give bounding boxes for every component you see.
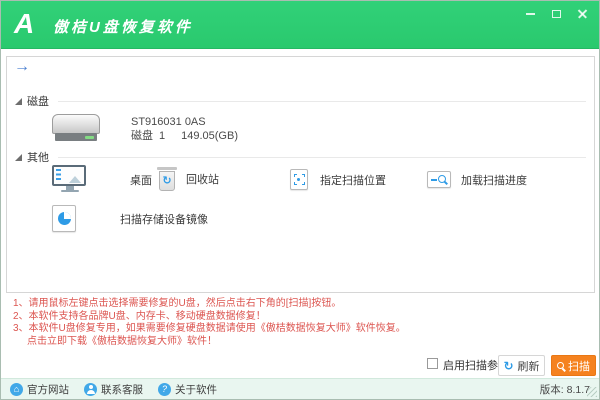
statusbar: ⌂ 官方网站 联系客服 ? 关于软件 版本: 8.1.7 <box>1 378 599 399</box>
contact-support-link[interactable]: 联系客服 <box>84 382 143 397</box>
person-icon <box>84 382 97 396</box>
disk-label: 磁盘 <box>131 130 153 142</box>
item-label: 加载扫描进度 <box>461 174 527 187</box>
window-controls <box>524 7 589 20</box>
instruction-line: 2、本软件支持各品牌U盘、内存卡、移动硬盘数据修复！ <box>13 310 266 322</box>
next-arrow-icon[interactable]: → <box>14 58 30 76</box>
link-label: 关于软件 <box>175 383 217 396</box>
maximize-button[interactable] <box>550 7 563 20</box>
app-logo: A <box>14 8 35 39</box>
item-desktop[interactable]: 桌面 <box>52 165 152 194</box>
minimize-icon <box>526 12 535 15</box>
scan-params-checkbox[interactable] <box>427 358 438 369</box>
section-header-disk[interactable]: 磁盘 <box>15 93 586 109</box>
window-title: 傲桔U盘恢复软件 <box>53 19 193 36</box>
about-software-link[interactable]: ? 关于软件 <box>158 382 217 397</box>
recycle-bin-icon: ↻ <box>157 167 177 191</box>
desktop-icon <box>52 165 88 194</box>
scan-button-label: 扫描 <box>568 360 590 373</box>
link-label: 官方网站 <box>27 383 69 396</box>
scan-button[interactable]: 扫描 <box>551 355 596 376</box>
refresh-icon: ↻ <box>503 358 514 373</box>
section-title-other: 其他 <box>27 152 49 164</box>
expander-triangle-icon <box>15 97 22 105</box>
close-button[interactable] <box>576 7 589 20</box>
version-label: 版本: 8.1.7 <box>539 383 590 396</box>
magnifier-icon <box>557 362 564 369</box>
disk-list-item[interactable]: ST916031 0AS 磁盘 1 149.05(GB) <box>52 114 238 143</box>
device-image-icon <box>52 205 76 232</box>
minimize-button[interactable] <box>524 7 537 20</box>
home-icon: ⌂ <box>10 382 23 396</box>
titlebar: A 傲桔U盘恢复软件 <box>1 1 599 49</box>
disk-details: 磁盘 1 149.05(GB) <box>131 129 238 143</box>
link-label: 联系客服 <box>101 383 143 396</box>
item-recycle-bin[interactable]: ↻ 回收站 <box>157 167 219 191</box>
instruction-line: 1、请用鼠标左键点击选择需要修复的U盘，然后点击右下角的[扫描]按钮。 <box>13 298 342 309</box>
resize-grip[interactable] <box>587 387 597 397</box>
disk-model: ST916031 0AS <box>131 116 206 128</box>
disk-number: 1 <box>159 130 166 142</box>
instruction-line: 3、本软件U盘修复专用，如果需要修复硬盘数据请使用《傲桔数据恢复大师》软件恢复。 <box>13 323 406 334</box>
item-label: 桌面 <box>130 174 152 187</box>
item-label: 回收站 <box>186 174 219 186</box>
item-label: 扫描存储设备镜像 <box>120 213 208 226</box>
download-link[interactable]: 点击立即下载《傲桔数据恢复大师》软件！ <box>13 336 406 349</box>
disk-size: 149.05(GB) <box>181 130 238 142</box>
disk-info: ST916031 0AS 磁盘 1 149.05(GB) <box>131 114 238 143</box>
device-panel: → 磁盘 ST916031 0AS 磁盘 1 149.05(GB) 其他 桌面 … <box>6 56 595 293</box>
section-title-disk: 磁盘 <box>27 96 49 108</box>
section-divider <box>58 156 586 158</box>
item-scan-location[interactable]: 指定扫描位置 <box>290 169 386 190</box>
official-website-link[interactable]: ⌂ 官方网站 <box>10 382 69 397</box>
refresh-button[interactable]: ↻ 刷新 <box>498 355 545 376</box>
instructions-text: 1、请用鼠标左键点击选择需要修复的U盘，然后点击右下角的[扫描]按钮。 2、本软… <box>13 298 406 348</box>
scan-location-icon <box>290 169 308 190</box>
item-device-image[interactable]: 扫描存储设备镜像 <box>52 205 208 232</box>
item-label: 指定扫描位置 <box>320 174 386 187</box>
expander-triangle-icon <box>15 153 22 161</box>
app-window: A 傲桔U盘恢复软件 → 磁盘 ST916031 0AS 磁盘 1 149.05(G… <box>0 0 600 400</box>
section-header-other[interactable]: 其他 <box>15 149 586 165</box>
hard-drive-icon <box>52 114 100 141</box>
maximize-icon <box>552 9 561 18</box>
item-load-progress[interactable]: 加载扫描进度 <box>427 171 527 188</box>
question-icon: ? <box>158 382 171 396</box>
section-divider <box>58 100 586 102</box>
load-progress-icon <box>427 171 451 188</box>
close-icon <box>577 8 588 19</box>
refresh-button-label: 刷新 <box>517 360 540 373</box>
